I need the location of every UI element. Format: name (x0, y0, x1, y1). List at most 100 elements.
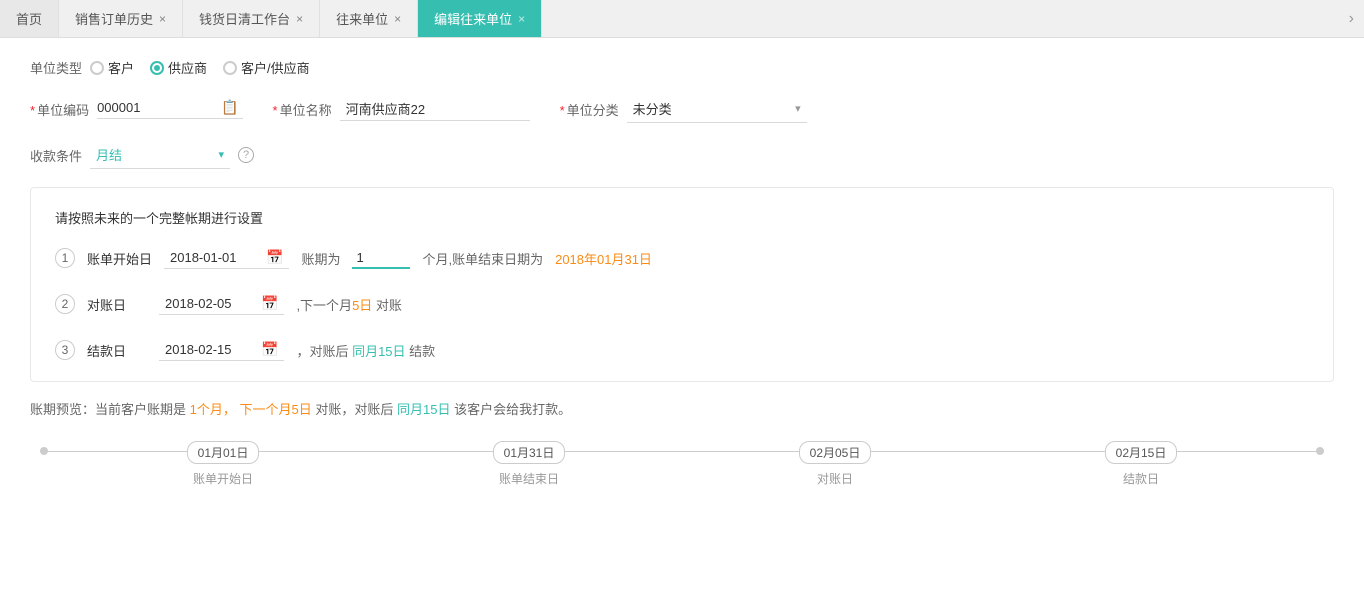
period-field-label-3: 结款日 (87, 341, 147, 360)
unit-category-required: * (560, 103, 565, 118)
period-suffix-3-cyan: 同月15日 (352, 344, 405, 359)
unit-category-label: *单位分类 (560, 100, 619, 119)
preview-part3: 对账，对账后 (315, 402, 397, 417)
timeline-label-3: 对账日 (817, 470, 853, 487)
unit-name-required: * (273, 103, 278, 118)
period-suffix-after-1: 个月,账单结束日期为 (422, 249, 543, 268)
payment-terms-group: 收款条件 月结 ▾ ? (30, 141, 254, 169)
period-date-3[interactable] (165, 342, 255, 357)
radio-customer-circle (90, 61, 104, 75)
tab-home[interactable]: 首页 (0, 0, 59, 37)
payment-terms-value: 月结 (96, 145, 212, 164)
period-row-3: 3 结款日 📅 ，对账后 同月15日 结款 (55, 339, 1309, 361)
period-title: 请按照未来的一个完整帐期进行设置 (55, 208, 1309, 227)
tab-sales-history-label: 销售订单历史 (75, 9, 153, 28)
period-box: 请按照未来的一个完整帐期进行设置 1 账单开始日 📅 账期为 个月,账单结束日期… (30, 187, 1334, 382)
period-field-label-2: 对账日 (87, 295, 147, 314)
timeline-wrapper: 01月01日 账单开始日 01月31日 账单结束日 02月05日 对账日 02月… (30, 441, 1334, 487)
tab-bar: 首页 销售订单历史 × 钱货日清工作台 × 往来单位 × 编辑往来单位 × › (0, 0, 1364, 38)
timeline-badge-2: 01月31日 (493, 441, 566, 464)
radio-group: 客户 供应商 客户/供应商 (90, 58, 310, 77)
period-suffix-2: ,下一个月5日 对账 (296, 295, 401, 314)
tab-partner-label: 往来单位 (336, 9, 388, 28)
tab-cash-work-label: 钱货日清工作台 (199, 9, 290, 28)
period-date-input-2: 📅 (159, 293, 284, 315)
tab-partner-close[interactable]: × (394, 13, 401, 25)
radio-customer-label: 客户 (108, 58, 134, 77)
timeline-items: 01月01日 账单开始日 01月31日 账单结束日 02月05日 对账日 02月… (40, 441, 1324, 487)
timeline-item-4: 02月15日 结款日 (1105, 441, 1178, 487)
period-suffix-before-1: 账期为 (301, 249, 340, 268)
period-num-2: 2 (55, 294, 75, 314)
tab-home-label: 首页 (16, 9, 42, 28)
timeline-badge-1: 01月01日 (187, 441, 260, 464)
unit-code-group: *单位编码 📋 (30, 99, 243, 119)
preview-part4: 同月15日 (397, 402, 450, 417)
tab-edit-partner-label: 编辑往来单位 (434, 9, 512, 28)
tab-more-button[interactable]: › (1339, 0, 1364, 37)
period-suffix-2-orange: 5日 (352, 298, 372, 313)
unit-name-group: *单位名称 (273, 97, 530, 121)
unit-name-label: *单位名称 (273, 100, 332, 119)
timeline-badge-4: 02月15日 (1105, 441, 1178, 464)
timeline-label-2: 账单结束日 (499, 470, 559, 487)
period-date-input-3: 📅 (159, 339, 284, 361)
calendar-icon-3[interactable]: 📅 (261, 341, 278, 358)
period-months[interactable] (356, 250, 406, 265)
tab-sales-history[interactable]: 销售订单历史 × (59, 0, 183, 37)
period-field-label-1: 账单开始日 (87, 249, 152, 268)
period-end-date-1: 2018年01月31日 (555, 249, 652, 268)
timeline-item-1: 01月01日 账单开始日 (187, 441, 260, 487)
timeline-label-1: 账单开始日 (193, 470, 253, 487)
period-date-input-1: 📅 (164, 247, 289, 269)
period-row-2: 2 对账日 📅 ,下一个月5日 对账 (55, 293, 1309, 315)
preview-label: 账期预览：当前客户账期是 (30, 402, 186, 417)
radio-supplier-label: 供应商 (168, 58, 207, 77)
tab-edit-partner-close[interactable]: × (518, 13, 525, 25)
unit-code-icon[interactable]: 📋 (217, 99, 242, 116)
unit-code-input[interactable] (97, 100, 217, 115)
unit-code-input-wrapper: 📋 (97, 99, 242, 119)
tab-cash-work[interactable]: 钱货日清工作台 × (183, 0, 320, 37)
calendar-icon-2[interactable]: 📅 (261, 295, 278, 312)
calendar-icon-1[interactable]: 📅 (266, 249, 283, 266)
period-date-1[interactable] (170, 250, 260, 265)
radio-both-label: 客户/供应商 (241, 58, 310, 77)
preview-part5: 该客户会给我打款。 (454, 402, 571, 417)
unit-code-label: *单位编码 (30, 100, 89, 119)
payment-terms-select[interactable]: 月结 ▾ (90, 141, 230, 169)
period-num-1: 1 (55, 248, 75, 268)
unit-category-value: 未分类 (633, 99, 789, 118)
unit-code-required: * (30, 103, 35, 118)
tab-partner[interactable]: 往来单位 × (320, 0, 418, 37)
radio-supplier[interactable]: 供应商 (150, 58, 207, 77)
help-icon[interactable]: ? (238, 147, 254, 163)
radio-both-circle (223, 61, 237, 75)
payment-terms-chevron: ▾ (218, 148, 224, 161)
preview-text: 账期预览：当前客户账期是 1个月， 下一个月5日 对账，对账后 同月15日 该客… (30, 398, 1334, 421)
unit-type-row: 单位类型 客户 供应商 客户/供应商 (30, 58, 1334, 77)
period-num-3: 3 (55, 340, 75, 360)
payment-terms-label: 收款条件 (30, 146, 82, 165)
main-content: 单位类型 客户 供应商 客户/供应商 *单位编码 (0, 38, 1364, 608)
unit-type-group: 单位类型 客户 供应商 客户/供应商 (30, 58, 310, 77)
tab-edit-partner[interactable]: 编辑往来单位 × (418, 0, 542, 37)
period-date-2[interactable] (165, 296, 255, 311)
unit-category-chevron: ▾ (795, 102, 801, 115)
period-row-1: 1 账单开始日 📅 账期为 个月,账单结束日期为 2018年01月31日 (55, 247, 1309, 269)
timeline-label-4: 结款日 (1123, 470, 1159, 487)
period-months-input (352, 248, 410, 269)
unit-type-label: 单位类型 (30, 58, 82, 77)
radio-both[interactable]: 客户/供应商 (223, 58, 310, 77)
preview-part2: 下一个月5日 (240, 402, 312, 417)
tab-sales-history-close[interactable]: × (159, 13, 166, 25)
radio-customer[interactable]: 客户 (90, 58, 134, 77)
unit-info-row: *单位编码 📋 *单位名称 *单位分类 未分类 ▾ (30, 95, 1334, 123)
preview-part1: 1个月， (190, 402, 236, 417)
unit-category-select[interactable]: 未分类 ▾ (627, 95, 807, 123)
unit-name-input[interactable] (340, 97, 530, 121)
timeline-item-3: 02月05日 对账日 (799, 441, 872, 487)
period-suffix-3: ，对账后 同月15日 结款 (296, 341, 435, 360)
tab-cash-work-close[interactable]: × (296, 13, 303, 25)
payment-terms-row: 收款条件 月结 ▾ ? (30, 141, 1334, 169)
